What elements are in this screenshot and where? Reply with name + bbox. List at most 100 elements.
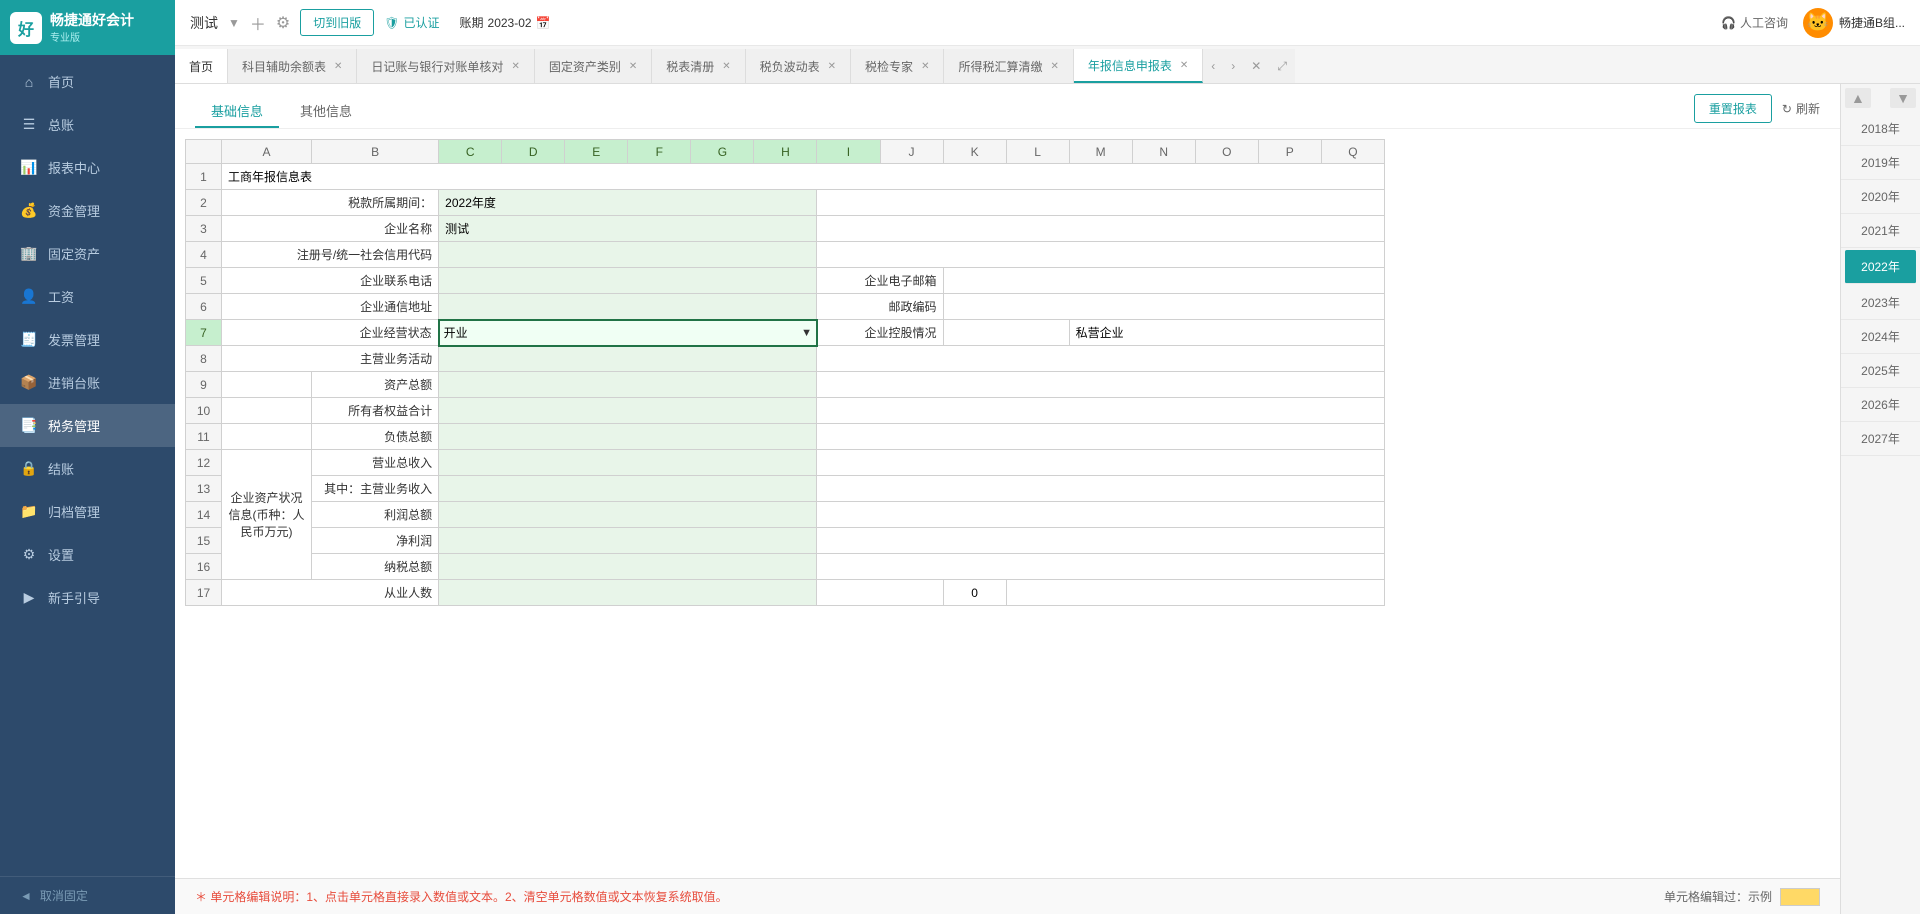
tab-close-annual-report[interactable]: ✕: [1180, 60, 1188, 71]
reports-icon: 📊: [20, 159, 38, 176]
sidebar-item-wages[interactable]: 👤 工资: [0, 275, 175, 318]
module-dropdown-icon[interactable]: ▼: [228, 16, 240, 30]
table-row: 15 净利润: [186, 528, 1385, 554]
row6-value[interactable]: [439, 294, 817, 320]
year-item-2024[interactable]: 2024年: [1841, 320, 1920, 354]
sidebar-item-archive[interactable]: 📁 归档管理: [0, 490, 175, 533]
sidebar-item-fixed-assets[interactable]: 🏢 固定资产: [0, 232, 175, 275]
tab-tax-table[interactable]: 税表清册 ✕: [652, 49, 745, 83]
col-header-i: I: [817, 140, 880, 164]
sub-tab-other[interactable]: 其他信息: [284, 95, 368, 128]
row14-value[interactable]: [439, 502, 817, 528]
tab-annual-report[interactable]: 年报信息申报表 ✕: [1074, 49, 1203, 83]
example-cell-swatch: [1780, 888, 1820, 906]
customer-service-button[interactable]: 🎧 人工咨询: [1721, 14, 1788, 31]
row16-value[interactable]: [439, 554, 817, 580]
dropdown-arrow-icon[interactable]: ▼: [801, 327, 812, 339]
tab-expand-button[interactable]: ⤢: [1269, 49, 1295, 83]
sidebar-item-settings[interactable]: ⚙ 设置: [0, 533, 175, 576]
tabbar: 首页 科目辅助余额表 ✕ 日记账与银行对账单核对 ✕ 固定资产类别 ✕ 税表清册…: [175, 46, 1920, 84]
row7-label: 企业经营状态: [222, 320, 439, 346]
tab-close-tax-table[interactable]: ✕: [722, 61, 730, 72]
row5-value[interactable]: [439, 268, 817, 294]
year-scroll-down-button[interactable]: ▼: [1890, 88, 1916, 108]
tab-journal-bank[interactable]: 日记账与银行对账单核对 ✕: [357, 49, 534, 83]
sheet-title-cell[interactable]: 工商年报信息表: [222, 164, 1385, 190]
tab-close-journal-bank[interactable]: ✕: [511, 61, 519, 72]
row10-sublabel: 所有者权益合计: [312, 398, 439, 424]
reset-report-button[interactable]: 重置报表: [1694, 94, 1772, 123]
tab-next-button[interactable]: ›: [1223, 49, 1243, 83]
sub-tab-basic[interactable]: 基础信息: [195, 95, 279, 128]
table-row: 9 资产总额: [186, 372, 1385, 398]
tab-close-all-button[interactable]: ✕: [1243, 49, 1269, 83]
calendar-icon[interactable]: 📅: [536, 16, 551, 30]
user-menu-button[interactable]: 🐱 畅捷通B组...: [1803, 8, 1905, 38]
topbar-settings-icon[interactable]: ⚙: [276, 13, 290, 33]
year-item-2019[interactable]: 2019年: [1841, 146, 1920, 180]
edit-note: ＊ 单元格编辑说明：1、点击单元格直接录入数值或文本。2、清空单元格数值或文本恢…: [195, 888, 1664, 905]
inventory-icon: 📦: [20, 374, 38, 391]
year-item-2025[interactable]: 2025年: [1841, 354, 1920, 388]
year-item-2020[interactable]: 2020年: [1841, 180, 1920, 214]
row5-label: 企业联系电话: [222, 268, 439, 294]
year-item-2021[interactable]: 2021年: [1841, 214, 1920, 248]
row17-value[interactable]: [439, 580, 817, 606]
avatar: 🐱: [1803, 8, 1833, 38]
tab-fixed-asset-type[interactable]: 固定资产类别 ✕: [535, 49, 652, 83]
row3-value[interactable]: 测试: [439, 216, 817, 242]
table-row: 5 企业联系电话 企业电子邮箱: [186, 268, 1385, 294]
tab-prev-button[interactable]: ‹: [1203, 49, 1223, 83]
spreadsheet-container[interactable]: A B C D E F G H I J K L: [175, 129, 1840, 878]
sidebar-item-reports[interactable]: 📊 报表中心: [0, 146, 175, 189]
sidebar-item-guide[interactable]: ▶ 新手引导: [0, 576, 175, 619]
sidebar-item-home[interactable]: ⌂ 首页: [0, 60, 175, 103]
tax-icon: 📑: [20, 417, 38, 434]
row4-value[interactable]: [439, 242, 817, 268]
year-item-2027[interactable]: 2027年: [1841, 422, 1920, 456]
sidebar-item-close-account[interactable]: 🔒 结账: [0, 447, 175, 490]
row9-value[interactable]: [439, 372, 817, 398]
collapse-sidebar-button[interactable]: ◄ 取消固定: [0, 876, 175, 914]
row5-right-value[interactable]: [943, 268, 1384, 294]
current-module-title: 测试: [190, 13, 218, 33]
tab-tax-expert[interactable]: 税检专家 ✕: [851, 49, 944, 83]
table-row: 13 其中：主营业务收入: [186, 476, 1385, 502]
tab-tax-fluctuation[interactable]: 税负波动表 ✕: [746, 49, 851, 83]
tab-aux-balance[interactable]: 科目辅助余额表 ✕: [228, 49, 357, 83]
year-item-2022[interactable]: 2022年: [1845, 250, 1916, 284]
tab-income-tax[interactable]: 所得税汇算清缴 ✕: [944, 49, 1073, 83]
sidebar-item-funds[interactable]: 💰 资金管理: [0, 189, 175, 232]
sidebar-item-tax[interactable]: 📑 税务管理: [0, 404, 175, 447]
row10-value[interactable]: [439, 398, 817, 424]
tab-close-tax-fluctuation[interactable]: ✕: [828, 61, 836, 72]
row7-value-cell[interactable]: 开业 ▼: [439, 320, 817, 346]
year-item-2026[interactable]: 2026年: [1841, 388, 1920, 422]
col-header-d: D: [502, 140, 565, 164]
tab-close-fixed-asset-type[interactable]: ✕: [629, 61, 637, 72]
year-scroll-up-button[interactable]: ▲: [1845, 88, 1871, 108]
switch-old-version-button[interactable]: 切到旧版: [300, 9, 374, 36]
sidebar-item-invoices[interactable]: 🧾 发票管理: [0, 318, 175, 361]
col-header-g: G: [691, 140, 754, 164]
row11-value[interactable]: [439, 424, 817, 450]
row13-value[interactable]: [439, 476, 817, 502]
row16-sublabel: 纳税总额: [312, 554, 439, 580]
tab-close-aux-balance[interactable]: ✕: [334, 61, 342, 72]
row15-value[interactable]: [439, 528, 817, 554]
row8-value[interactable]: [439, 346, 817, 372]
tab-close-income-tax[interactable]: ✕: [1050, 61, 1058, 72]
year-item-2018[interactable]: 2018年: [1841, 112, 1920, 146]
row6-right-value[interactable]: [943, 294, 1384, 320]
row2-value[interactable]: 2022年度: [439, 190, 817, 216]
sidebar: 好 畅捷通好会计 专业版 ⌂ 首页 ☰ 总账 📊 报表中心 💰 资金管理: [0, 0, 175, 914]
sidebar-item-inventory[interactable]: 📦 进销台账: [0, 361, 175, 404]
sidebar-item-ledger[interactable]: ☰ 总账: [0, 103, 175, 146]
add-tab-button[interactable]: ＋: [250, 11, 266, 35]
row12-value[interactable]: [439, 450, 817, 476]
tab-home[interactable]: 首页: [175, 49, 228, 83]
row7-right-value[interactable]: [943, 320, 1069, 346]
refresh-button[interactable]: ↻ 刷新: [1782, 100, 1820, 117]
tab-close-tax-expert[interactable]: ✕: [921, 61, 929, 72]
year-item-2023[interactable]: 2023年: [1841, 286, 1920, 320]
